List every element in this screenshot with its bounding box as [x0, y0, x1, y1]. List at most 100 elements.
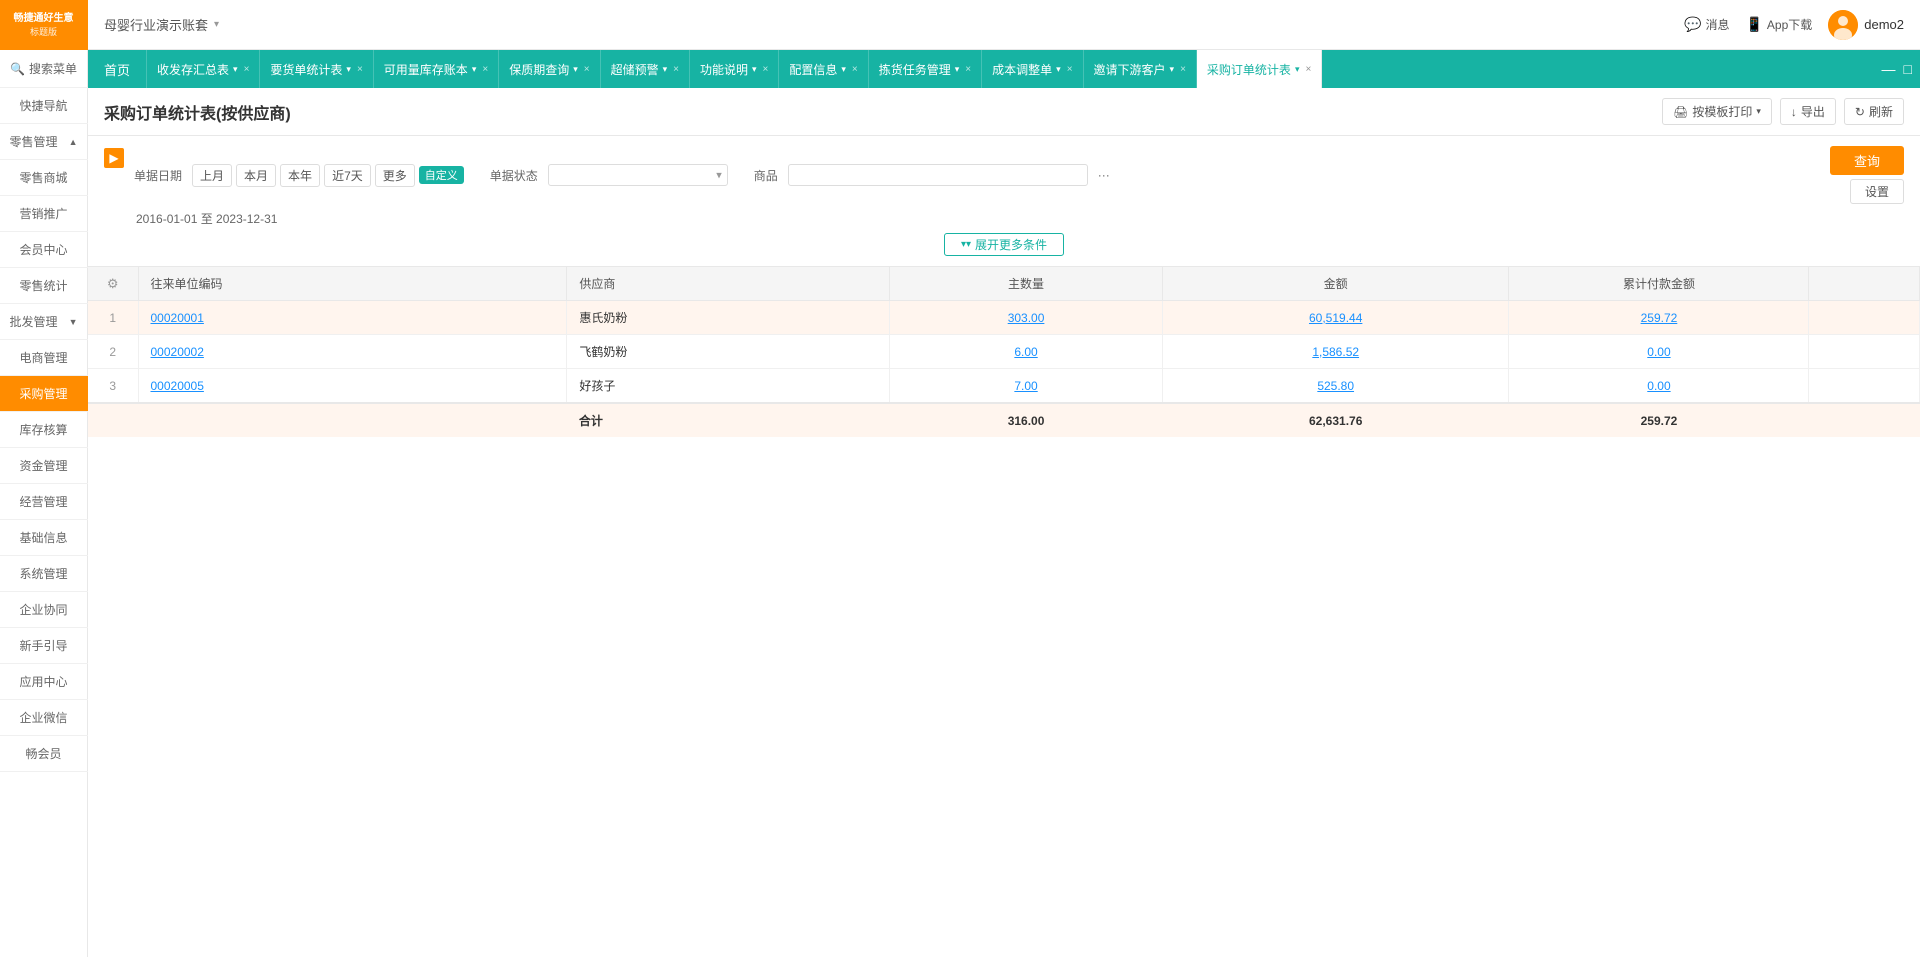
- chevron-down-icon-8: ▾: [955, 64, 960, 75]
- tab-keyongliang[interactable]: 可用量库存账本 ▾ ×: [374, 50, 499, 88]
- template-print-btn[interactable]: 🖨 按模板打印 ▾: [1662, 98, 1772, 125]
- table-footer-row: 合计 316.00 62,631.76 259.72: [88, 403, 1920, 437]
- date-btn-7days[interactable]: 近7天: [324, 164, 371, 187]
- date-btn-this-year[interactable]: 本年: [280, 164, 320, 187]
- product-filter-input[interactable]: [788, 164, 1088, 186]
- date-btn-last-month[interactable]: 上月: [192, 164, 232, 187]
- date-btn-more[interactable]: 更多: [375, 164, 415, 187]
- sidebar-item-newbie[interactable]: 新手引导: [0, 628, 88, 664]
- row-qty[interactable]: 6.00: [890, 335, 1163, 369]
- tab-close-icon-9[interactable]: ×: [1067, 64, 1073, 75]
- row-paid[interactable]: 0.00: [1509, 369, 1809, 404]
- sidebar-item-members[interactable]: 会员中心: [0, 232, 88, 268]
- sidebar-item-marketing[interactable]: 营销推广: [0, 196, 88, 232]
- tab-close-icon-7[interactable]: ×: [852, 64, 858, 75]
- tab-caigou-active[interactable]: 采购订单统计表 ▾ ×: [1197, 50, 1322, 88]
- row-qty[interactable]: 303.00: [890, 301, 1163, 335]
- tab-close-icon-8[interactable]: ×: [965, 64, 971, 75]
- tab-close-icon-11[interactable]: ×: [1305, 64, 1311, 75]
- row-paid[interactable]: 259.72: [1509, 301, 1809, 335]
- col-supplier: 供应商: [567, 267, 890, 301]
- row-code[interactable]: 00020002: [138, 335, 567, 369]
- footer-label: 合计: [567, 403, 890, 437]
- tab-chengben[interactable]: 成本调整单 ▾ ×: [982, 50, 1083, 88]
- tab-yaohuo[interactable]: 要货单统计表 ▾ ×: [260, 50, 373, 88]
- row-amount[interactable]: 60,519.44: [1162, 301, 1509, 335]
- chevron-down-icon-10: ▾: [1170, 64, 1175, 75]
- tab-close-icon-10[interactable]: ×: [1180, 64, 1186, 75]
- tab-chaochu[interactable]: 超储预警 ▾ ×: [601, 50, 690, 88]
- sidebar-label-retail-store: 零售商城: [19, 169, 67, 186]
- tab-shoufacun[interactable]: 收发存汇总表 ▾ ×: [147, 50, 260, 88]
- table-row: 1 00020001 惠氏奶粉 303.00 60,519.44 259.72: [88, 301, 1920, 335]
- tab-minimize-icon[interactable]: —: [1882, 61, 1896, 77]
- sidebar-item-finance[interactable]: 资金管理: [0, 448, 88, 484]
- sidebar-item-inventory[interactable]: 库存核算: [0, 412, 88, 448]
- sidebar-item-retail-stats[interactable]: 零售统计: [0, 268, 88, 304]
- tab-jianhuo[interactable]: 拣货任务管理 ▾ ×: [869, 50, 982, 88]
- col-settings[interactable]: ⚙: [88, 267, 138, 301]
- tab-close-icon-3[interactable]: ×: [482, 64, 488, 75]
- footer-amount: 62,631.76: [1162, 403, 1509, 437]
- tab-maximize-icon[interactable]: □: [1904, 61, 1912, 77]
- sidebar-item-wechat[interactable]: 企业微信: [0, 700, 88, 736]
- tab-close-icon-5[interactable]: ×: [673, 64, 679, 75]
- row-no: 3: [88, 369, 138, 404]
- date-btn-this-month[interactable]: 本月: [236, 164, 276, 187]
- row-amount[interactable]: 1,586.52: [1162, 335, 1509, 369]
- messages-btn[interactable]: 💬 消息: [1684, 16, 1729, 33]
- toggle-filter-btn[interactable]: ▶: [104, 148, 124, 168]
- tab-gongneng[interactable]: 功能说明 ▾ ×: [690, 50, 779, 88]
- row-amount[interactable]: 525.80: [1162, 369, 1509, 404]
- tab-close-icon-6[interactable]: ×: [763, 64, 769, 75]
- sidebar-item-enterprise[interactable]: 企业协同: [0, 592, 88, 628]
- row-code[interactable]: 00020005: [138, 369, 567, 404]
- sidebar-label-finance: 资金管理: [19, 457, 67, 474]
- app-download-btn[interactable]: 📱 App下载: [1745, 16, 1812, 33]
- sidebar-item-operations[interactable]: 经营管理: [0, 484, 88, 520]
- refresh-icon: ↻: [1855, 105, 1865, 119]
- row-code[interactable]: 00020001: [138, 301, 567, 335]
- more-fields-btn[interactable]: ···: [1098, 168, 1110, 182]
- nav-tab-home[interactable]: 首页: [88, 50, 147, 88]
- row-paid[interactable]: 0.00: [1509, 335, 1809, 369]
- column-settings-icon[interactable]: ⚙: [107, 276, 119, 291]
- sidebar-item-shortcut[interactable]: 快捷导航: [0, 88, 88, 124]
- workspace-name: 母婴行业演示账套: [104, 15, 208, 34]
- tab-yaoqing[interactable]: 邀请下游客户 ▾ ×: [1084, 50, 1197, 88]
- workspace-selector[interactable]: 母婴行业演示账套 ▾: [104, 15, 219, 34]
- tab-peizhi[interactable]: 配置信息 ▾ ×: [779, 50, 868, 88]
- chevron-down-icon: ▾: [233, 64, 238, 75]
- sidebar-item-system[interactable]: 系统管理: [0, 556, 88, 592]
- sidebar-search[interactable]: 🔍 搜索菜单: [0, 50, 88, 88]
- custom-date-badge[interactable]: 自定义: [419, 166, 464, 184]
- tab-close-icon-2[interactable]: ×: [357, 64, 363, 75]
- row-supplier: 好孩子: [567, 369, 890, 404]
- sidebar-item-app-center[interactable]: 应用中心: [0, 664, 88, 700]
- sidebar-item-retail-mgmt[interactable]: 零售管理 ▲: [0, 124, 88, 160]
- sidebar-item-purchase-mgmt[interactable]: 采购管理: [0, 376, 88, 412]
- row-qty[interactable]: 7.00: [890, 369, 1163, 404]
- row-extra: [1809, 335, 1920, 369]
- settings-filter-btn[interactable]: 设置: [1850, 179, 1904, 204]
- sidebar-item-ecommerce[interactable]: 电商管理: [0, 340, 88, 376]
- refresh-btn[interactable]: ↻ 刷新: [1844, 98, 1904, 125]
- tab-close-icon[interactable]: ×: [244, 64, 250, 75]
- status-select[interactable]: [548, 164, 728, 186]
- status-select-wrapper: ▾: [548, 164, 728, 186]
- sidebar-item-basic-info[interactable]: 基础信息: [0, 520, 88, 556]
- user-area: 💬 消息 📱 App下载 demo2: [1684, 10, 1904, 40]
- sidebar-search-label: 搜索菜单: [29, 60, 77, 77]
- sidebar-item-wholesale[interactable]: 批发管理 ▼: [0, 304, 88, 340]
- expand-more-btn[interactable]: ▾▾ 展开更多条件: [944, 233, 1064, 256]
- export-btn[interactable]: ↓ 导出: [1780, 98, 1836, 125]
- app-download-label: App下载: [1767, 16, 1812, 33]
- sidebar: 畅捷通好生意 标题版 🔍 搜索菜单 快捷导航 零售管理 ▲ 零售商城 营销推广 …: [0, 0, 88, 957]
- tab-close-icon-4[interactable]: ×: [584, 64, 590, 75]
- sidebar-item-vip[interactable]: 畅会员: [0, 736, 88, 772]
- footer-code-cell: [138, 403, 567, 437]
- sidebar-item-retail-store[interactable]: 零售商城: [0, 160, 88, 196]
- tab-baozhi[interactable]: 保质期查询 ▾ ×: [499, 50, 600, 88]
- query-btn[interactable]: 查询: [1830, 146, 1904, 175]
- user-profile[interactable]: demo2: [1828, 10, 1904, 40]
